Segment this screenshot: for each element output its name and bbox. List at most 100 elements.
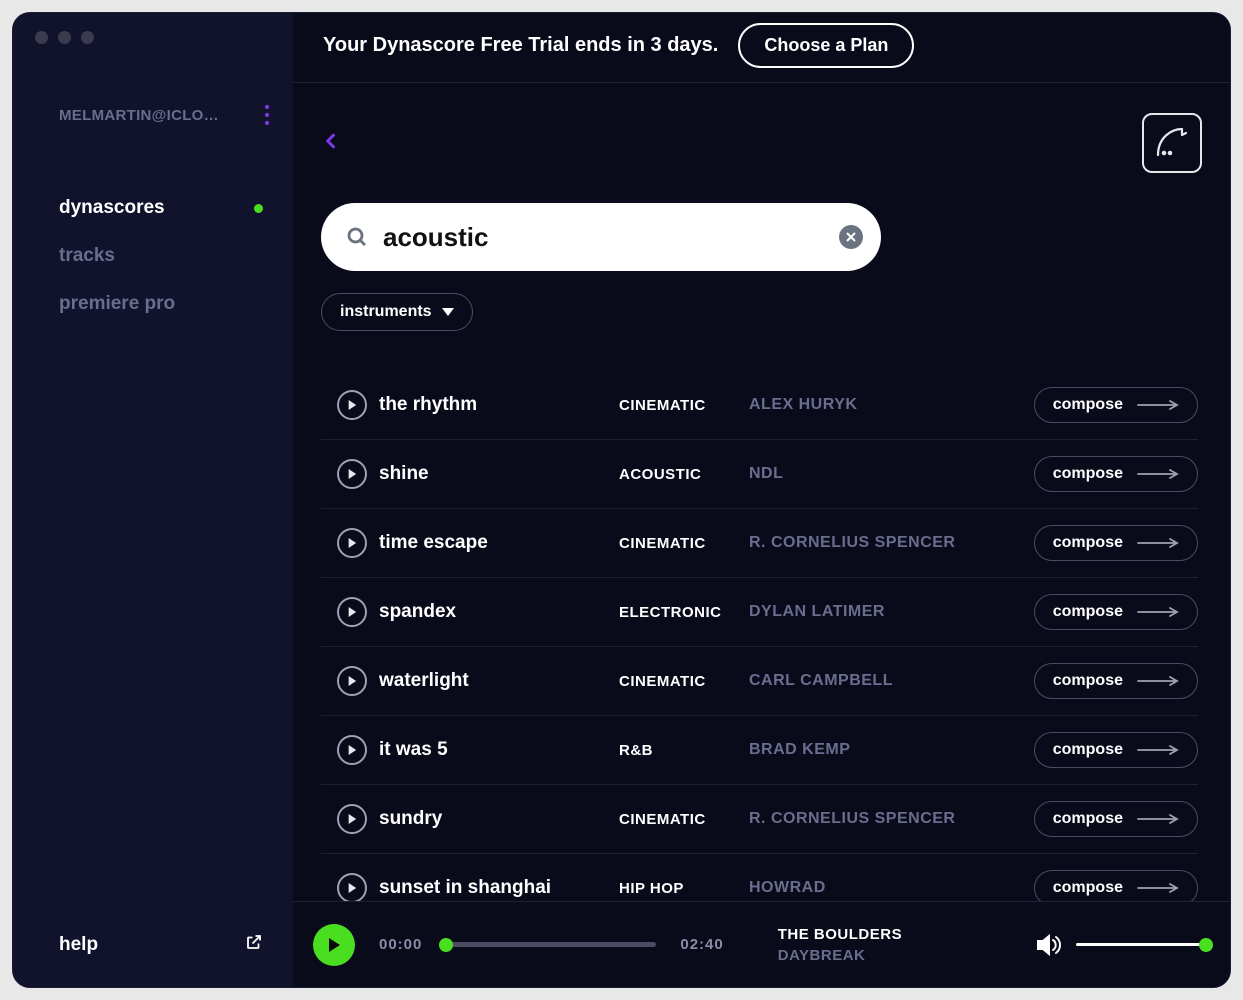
volume-icon[interactable] [1036, 934, 1062, 956]
play-track-icon[interactable] [337, 666, 367, 696]
now-playing-title: DAYBREAK [778, 947, 902, 964]
track-genre: CINEMATIC [619, 811, 749, 828]
track-artist: R. CORNELIUS SPENCER [749, 810, 1028, 828]
compose-label: compose [1053, 465, 1123, 483]
search-icon [345, 225, 369, 249]
active-indicator-dot-icon [254, 204, 263, 213]
filter-row: instruments [321, 293, 1202, 331]
compose-button[interactable]: compose [1034, 732, 1198, 768]
track-artist: NDL [749, 465, 1028, 483]
track-genre: ELECTRONIC [619, 604, 749, 621]
help-link[interactable]: help [59, 934, 98, 956]
choose-plan-button[interactable]: Choose a Plan [738, 23, 914, 68]
volume-control [1036, 934, 1206, 956]
track-row: time escapeCINEMATICR. CORNELIUS SPENCER… [321, 509, 1198, 578]
sidebar-footer: help [13, 903, 293, 987]
search-bar [321, 203, 881, 271]
track-artist: ALEX HURYK [749, 396, 1028, 414]
volume-handle[interactable] [1199, 938, 1213, 952]
track-genre: CINEMATIC [619, 397, 749, 414]
sidebar-item-dynascores[interactable]: dynascores [59, 197, 263, 219]
track-row: waterlightCINEMATICCARL CAMPBELL compose [321, 647, 1198, 716]
play-track-icon[interactable] [337, 390, 367, 420]
compose-button[interactable]: compose [1034, 594, 1198, 630]
compose-label: compose [1053, 396, 1123, 414]
main: Your Dynascore Free Trial ends in 3 days… [293, 13, 1230, 987]
track-row: sundryCINEMATICR. CORNELIUS SPENCER compo… [321, 785, 1198, 854]
track-row: sunset in shanghaiHIP HOPHOWRAD compose [321, 854, 1198, 901]
trial-banner: Your Dynascore Free Trial ends in 3 days… [293, 13, 1230, 83]
compose-label: compose [1053, 741, 1123, 759]
user-email: MELMARTIN@ICLO… [59, 107, 219, 124]
track-genre: CINEMATIC [619, 535, 749, 552]
track-genre: CINEMATIC [619, 673, 749, 690]
sidebar-item-label: premiere pro [59, 293, 175, 315]
compose-button[interactable]: compose [1034, 870, 1198, 901]
compose-label: compose [1053, 534, 1123, 552]
play-track-icon[interactable] [337, 459, 367, 489]
compose-button[interactable]: compose [1034, 663, 1198, 699]
track-row: the rhythmCINEMATICALEX HURYKcompose [321, 371, 1198, 440]
track-row: spandexELECTRONICDYLAN LATIMER compose [321, 578, 1198, 647]
top-row [321, 113, 1202, 173]
compose-button[interactable]: compose [1034, 525, 1198, 561]
content: instruments the rhythmCINEMATICALEX HURY… [293, 83, 1230, 901]
user-row: MELMARTIN@ICLO… [13, 93, 293, 137]
filter-instruments[interactable]: instruments [321, 293, 473, 331]
track-artist: BRAD KEMP [749, 741, 1028, 759]
track-artist: DYLAN LATIMER [749, 603, 1028, 621]
chevron-down-icon [442, 307, 454, 317]
track-title: sundry [379, 808, 619, 830]
user-menu-kebab-icon[interactable] [265, 105, 269, 125]
compose-label: compose [1053, 879, 1123, 897]
track-title: it was 5 [379, 739, 619, 761]
track-list: the rhythmCINEMATICALEX HURYKcomposeshin… [321, 371, 1202, 901]
compose-button[interactable]: compose [1034, 801, 1198, 837]
minimize-window-dot[interactable] [58, 31, 71, 44]
progress-handle[interactable] [439, 938, 453, 952]
banner-text: Your Dynascore Free Trial ends in 3 days… [323, 34, 718, 57]
sidebar-item-tracks[interactable]: tracks [59, 245, 263, 267]
clear-search-icon[interactable] [839, 225, 863, 249]
sidebar-item-label: tracks [59, 245, 115, 267]
play-track-icon[interactable] [337, 528, 367, 558]
compose-label: compose [1053, 672, 1123, 690]
track-artist: CARL CAMPBELL [749, 672, 1028, 690]
play-track-icon[interactable] [337, 597, 367, 627]
compose-button[interactable]: compose [1034, 387, 1198, 423]
track-genre: R&B [619, 742, 749, 759]
track-title: shine [379, 463, 619, 485]
track-title: time escape [379, 532, 619, 554]
sidebar-item-premiere-pro[interactable]: premiere pro [59, 293, 263, 315]
play-button[interactable] [313, 924, 355, 966]
track-title: waterlight [379, 670, 619, 692]
track-artist: HOWRAD [749, 879, 1028, 897]
time-current: 00:00 [379, 936, 422, 953]
track-row: shineACOUSTICNDL compose [321, 440, 1198, 509]
window-controls [35, 31, 94, 44]
maximize-window-dot[interactable] [81, 31, 94, 44]
back-chevron-icon[interactable] [321, 131, 341, 156]
compose-label: compose [1053, 603, 1123, 621]
search-input[interactable] [383, 222, 825, 253]
track-title: sunset in shanghai [379, 877, 619, 899]
player-bar: 00:00 02:40 THE BOULDERS DAYBREAK [293, 901, 1230, 987]
now-playing-artist: THE BOULDERS [778, 926, 902, 943]
track-genre: ACOUSTIC [619, 466, 749, 483]
time-total: 02:40 [680, 936, 723, 953]
external-link-icon[interactable] [245, 933, 263, 957]
play-track-icon[interactable] [337, 804, 367, 834]
play-track-icon[interactable] [337, 735, 367, 765]
close-window-dot[interactable] [35, 31, 48, 44]
compose-button[interactable]: compose [1034, 456, 1198, 492]
progress-bar[interactable] [446, 942, 656, 947]
volume-slider[interactable] [1076, 943, 1206, 946]
track-genre: HIP HOP [619, 880, 749, 897]
sidebar-nav: dynascores tracks premiere pro [13, 197, 293, 315]
compose-label: compose [1053, 810, 1123, 828]
play-track-icon[interactable] [337, 873, 367, 901]
track-title: spandex [379, 601, 619, 623]
track-artist: R. CORNELIUS SPENCER [749, 534, 1028, 552]
sidebar-item-label: dynascores [59, 197, 165, 219]
brand-logo-icon [1142, 113, 1202, 173]
